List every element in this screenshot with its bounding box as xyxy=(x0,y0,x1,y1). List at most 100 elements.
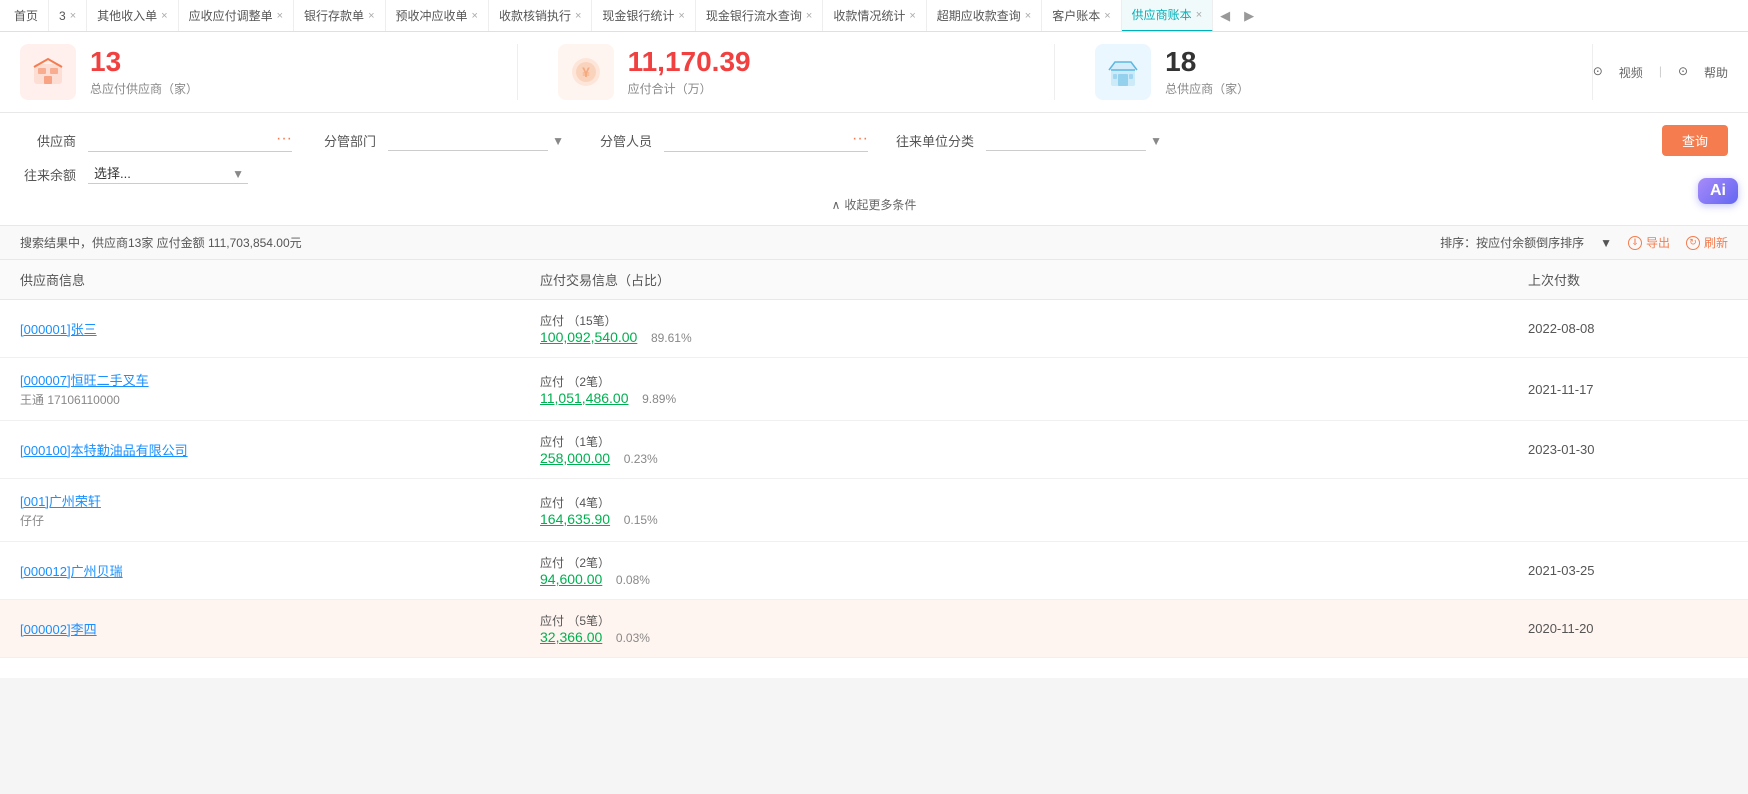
nav-tab-ap-adjust[interactable]: 应收应付调整单 × xyxy=(179,0,294,32)
supplier-icon xyxy=(20,44,76,100)
nav-tab-3[interactable]: 3 × xyxy=(49,0,87,32)
collapse-icon: ∧ xyxy=(832,198,841,212)
nav-tab-bank-deposit[interactable]: 银行存款单 × xyxy=(294,0,385,32)
nav-tab-collection[interactable]: 收款核销执行 × xyxy=(489,0,592,32)
close-icon[interactable]: × xyxy=(472,10,478,22)
export-icon: ⇓ xyxy=(1628,236,1642,250)
supplier-link[interactable]: [001]广州荣轩 xyxy=(20,494,101,509)
filter-row-2: 往来余额 选择... ▼ xyxy=(20,164,1728,184)
table-row: [000012]广州贝瑞 应付 （2笔） 94,600.00 0.08% 202… xyxy=(0,542,1748,600)
nav-tab-prepay[interactable]: 预收冲应收单 × xyxy=(386,0,489,32)
col-header-last-pay: 上次付数 xyxy=(1528,270,1728,289)
payable-amount-link[interactable]: 258,000.00 xyxy=(540,450,610,466)
supplier-link[interactable]: [000007]恒旺二手叉车 xyxy=(20,373,149,388)
refresh-button[interactable]: ↻ 刷新 xyxy=(1686,234,1728,251)
total-payable-amount: 11,170.39 xyxy=(628,47,751,78)
close-icon[interactable]: × xyxy=(1025,10,1031,22)
video-icon: ⊙ xyxy=(1593,64,1603,78)
col-header-payable: 应付交易信息（占比） xyxy=(540,270,1528,289)
nav-tab-customer-book[interactable]: 客户账本 × xyxy=(1042,0,1121,32)
summary-block-payable-suppliers: 13 总应付供应商（家） xyxy=(20,44,518,100)
supplier-info-cell: [000100]本特勤油品有限公司 xyxy=(20,440,540,459)
filter-area: 供应商 ··· 分管部门 ▼ 分管人员 ··· 往来单位分类 ▼ 查询 往来余额 xyxy=(0,113,1748,226)
video-link[interactable]: 视频 xyxy=(1619,64,1643,81)
store-icon xyxy=(1095,44,1151,100)
summary-block-total-suppliers: 18 总供应商（家） xyxy=(1055,44,1593,100)
nav-tab-cash-bank[interactable]: 现金银行统计 × xyxy=(592,0,695,32)
supplier-link[interactable]: [000001]张三 xyxy=(20,322,97,337)
payable-amount-link[interactable]: 100,092,540.00 xyxy=(540,329,637,345)
nav-next-arrow[interactable]: ▶ xyxy=(1237,0,1261,32)
chevron-down-icon: ▼ xyxy=(1150,134,1162,148)
collapse-label: 收起更多条件 xyxy=(844,196,916,213)
chevron-down-icon: ▼ xyxy=(552,134,564,148)
filter-row-1: 供应商 ··· 分管部门 ▼ 分管人员 ··· 往来单位分类 ▼ 查询 xyxy=(20,125,1728,156)
export-button[interactable]: ⇓ 导出 xyxy=(1628,234,1670,251)
payable-amount-link[interactable]: 164,635.90 xyxy=(540,511,610,527)
payable-amount-link[interactable]: 94,600.00 xyxy=(540,571,602,587)
payable-suppliers-text: 13 总应付供应商（家） xyxy=(90,47,198,97)
nav-tab-other-income[interactable]: 其他收入单 × xyxy=(87,0,178,32)
table-row: [000001]张三 应付 （15笔） 100,092,540.00 89.61… xyxy=(0,300,1748,358)
result-bar: 搜索结果中，供应商13家 应付金额 111,703,854.00元 排序：按应付… xyxy=(0,226,1748,260)
collapse-bar[interactable]: ∧ 收起更多条件 xyxy=(20,192,1728,217)
last-pay-date: 2022-08-08 xyxy=(1528,321,1728,336)
supplier-info-cell: [000001]张三 xyxy=(20,319,540,338)
help-link[interactable]: 帮助 xyxy=(1704,64,1728,81)
dept-filter-label: 分管部门 xyxy=(320,131,376,150)
supplier-input[interactable] xyxy=(88,130,276,149)
table-row: [001]广州荣轩 仔仔 应付 （4笔） 164,635.90 0.15% xyxy=(0,479,1748,542)
last-pay-date: 2023-01-30 xyxy=(1528,442,1728,457)
ai-badge[interactable]: Ai xyxy=(1698,178,1738,204)
supplier-link[interactable]: [000002]李四 xyxy=(20,622,97,637)
close-icon[interactable]: × xyxy=(368,10,374,22)
payable-info-cell: 应付 （15笔） 100,092,540.00 89.61% xyxy=(540,312,1528,345)
nav-tab-overdue[interactable]: 超期应收款查询 × xyxy=(927,0,1042,32)
category-filter-label: 往来单位分类 xyxy=(896,131,974,150)
table-row: [000002]李四 应付 （5笔） 32,366.00 0.03% 2020-… xyxy=(0,600,1748,658)
payable-amount-link[interactable]: 32,366.00 xyxy=(540,629,602,645)
last-pay-date: 2020-11-20 xyxy=(1528,621,1728,636)
summary-actions: ⊙ 视频 | ⊙ 帮助 xyxy=(1593,64,1728,81)
table-header: 供应商信息 应付交易信息（占比） 上次付数 xyxy=(0,260,1748,300)
total-payable-text: 11,170.39 应付合计（万） xyxy=(628,47,751,97)
close-icon[interactable]: × xyxy=(909,10,915,22)
supplier-contact: 仔仔 xyxy=(20,512,540,529)
supplier-info-cell: [001]广州荣轩 仔仔 xyxy=(20,491,540,529)
payable-amount-link[interactable]: 11,051,486.00 xyxy=(540,390,629,406)
close-icon[interactable]: × xyxy=(1196,9,1202,21)
close-icon[interactable]: × xyxy=(806,10,812,22)
close-icon[interactable]: × xyxy=(70,10,76,22)
dept-select[interactable] xyxy=(388,131,548,151)
nav-tab-cash-flow[interactable]: 现金银行流水查询 × xyxy=(696,0,823,32)
col-header-supplier: 供应商信息 xyxy=(20,270,540,289)
supplier-picker-icon[interactable]: ··· xyxy=(276,130,292,148)
balance-select[interactable]: 选择... xyxy=(88,164,248,184)
close-icon[interactable]: × xyxy=(277,10,283,22)
payable-info-cell: 应付 （2笔） 11,051,486.00 9.89% xyxy=(540,373,1528,406)
sort-label: 排序：按应付余额倒序排序 xyxy=(1440,234,1584,251)
total-suppliers-label: 总供应商（家） xyxy=(1165,80,1249,97)
money-icon: ¥ xyxy=(558,44,614,100)
table-row: [000100]本特勤油品有限公司 应付 （1笔） 258,000.00 0.2… xyxy=(0,421,1748,479)
person-input[interactable] xyxy=(664,130,852,149)
nav-prev-arrow[interactable]: ◀ xyxy=(1213,0,1237,32)
close-icon[interactable]: × xyxy=(1104,10,1110,22)
nav-tab-supplier-book[interactable]: 供应商账本 × xyxy=(1122,0,1213,32)
payable-suppliers-label: 总应付供应商（家） xyxy=(90,80,198,97)
nav-tab-home[interactable]: 首页 xyxy=(4,0,49,32)
total-payable-label: 应付合计（万） xyxy=(628,80,751,97)
payable-info-cell: 应付 （2笔） 94,600.00 0.08% xyxy=(540,554,1528,587)
person-picker-icon[interactable]: ··· xyxy=(852,130,868,148)
query-button[interactable]: 查询 xyxy=(1662,125,1728,156)
supplier-link[interactable]: [000100]本特勤油品有限公司 xyxy=(20,443,188,458)
supplier-link[interactable]: [000012]广州贝瑞 xyxy=(20,564,123,579)
close-icon[interactable]: × xyxy=(678,10,684,22)
refresh-icon: ↻ xyxy=(1686,236,1700,250)
payable-info-cell: 应付 （1笔） 258,000.00 0.23% xyxy=(540,433,1528,466)
category-select[interactable] xyxy=(986,131,1146,151)
nav-tab-collection-stat[interactable]: 收款情况统计 × xyxy=(823,0,926,32)
sort-chevron-icon[interactable]: ▼ xyxy=(1600,236,1612,250)
close-icon[interactable]: × xyxy=(575,10,581,22)
close-icon[interactable]: × xyxy=(161,10,167,22)
